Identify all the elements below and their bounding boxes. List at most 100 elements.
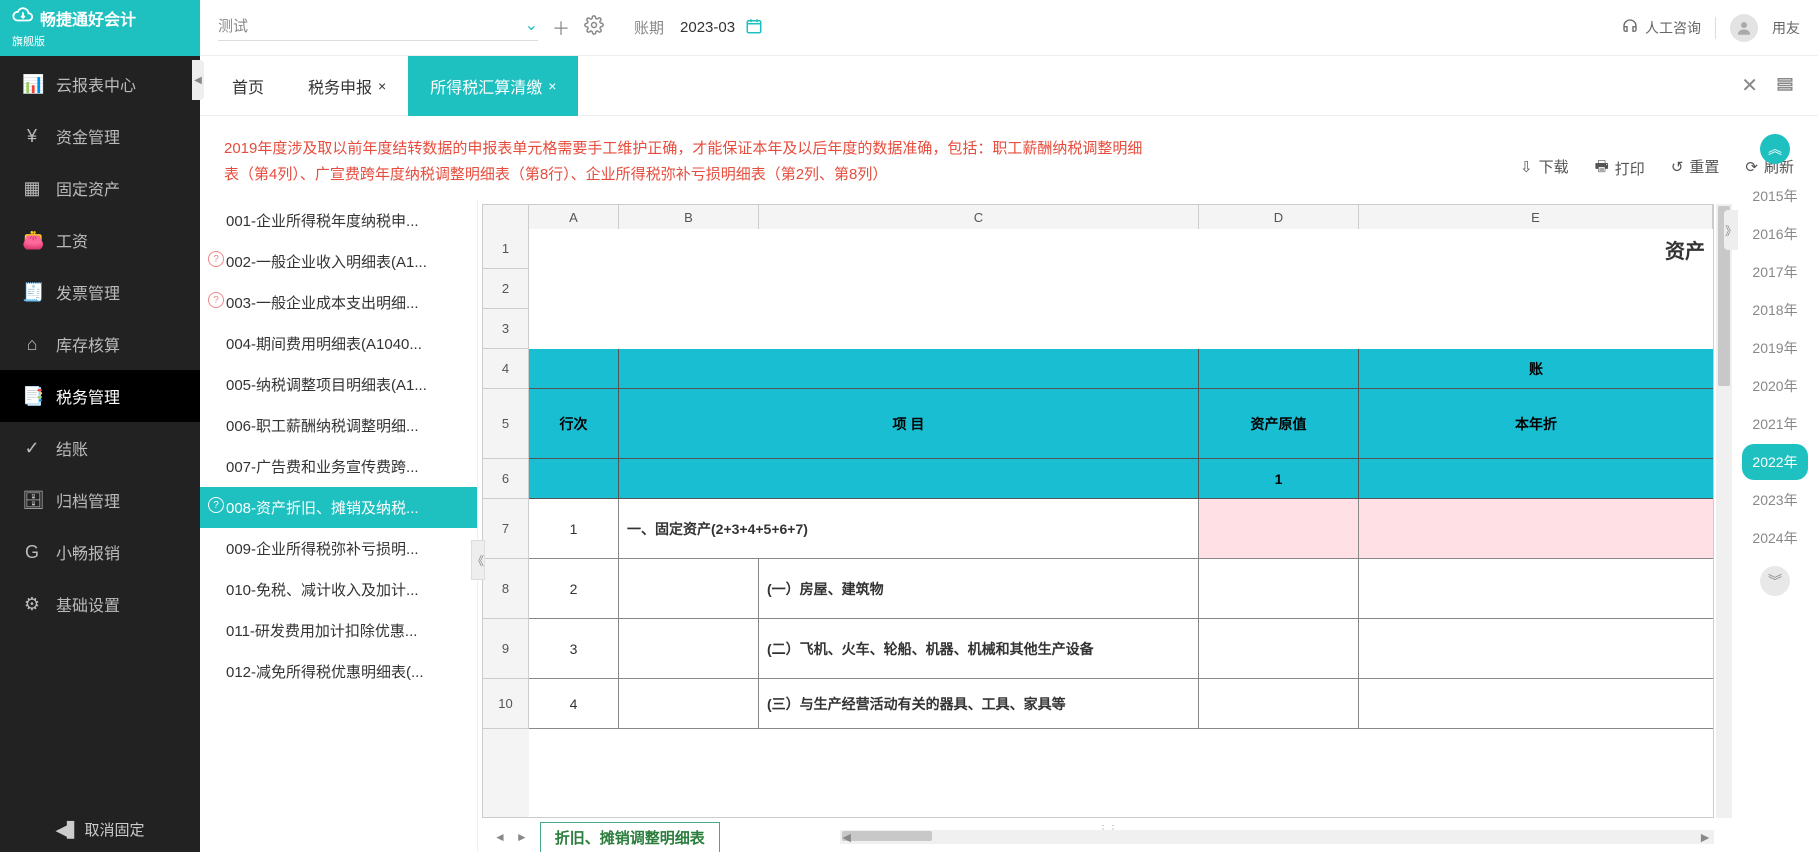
form-item-4[interactable]: 005-纳税调整项目明细表(A1... (200, 364, 477, 405)
cell-rowno-1[interactable]: 2 (529, 559, 619, 618)
close-all-icon[interactable]: ✕ (1741, 73, 1758, 98)
company-selector[interactable]: 测试 ⌄ (218, 15, 538, 41)
sidebar-item-9[interactable]: G小畅报销 (0, 526, 200, 578)
cell-rowno-2[interactable]: 3 (529, 619, 619, 678)
sidebar-item-10[interactable]: ⚙基础设置 (0, 578, 200, 630)
row-head-1[interactable]: 1 (483, 229, 529, 269)
sidebar-icon-7: ✓ (22, 438, 42, 459)
spreadsheet: A B C D E 12345678910 资产 账行次 项 目 资产原值 本年… (478, 200, 1732, 852)
col-head-a[interactable]: A (529, 205, 619, 229)
sidebar-icon-3: 👛 (22, 230, 42, 251)
print-button[interactable]: 🖶打印 (1595, 156, 1645, 181)
avatar[interactable] (1730, 14, 1758, 42)
sheet-tab[interactable]: 折旧、摊销调整明细表 (540, 822, 720, 852)
cell-item-3[interactable]: (三）与生产经营活动有关的器具、工具、家具等 (759, 679, 1199, 728)
year-2019年[interactable]: 2019年 (1742, 330, 1807, 366)
cell-asset-2[interactable] (1199, 619, 1359, 678)
row-head-10[interactable]: 10 (483, 679, 529, 729)
form-item-3[interactable]: 004-期间费用明细表(A1040... (200, 323, 477, 364)
form-list: 001-企业所得税年度纳税申...002-一般企业收入明细表(A1...003-… (200, 200, 478, 852)
reset-button[interactable]: ↺重置 (1671, 156, 1720, 177)
row-head-4[interactable]: 4 (483, 349, 529, 389)
row-head-2[interactable]: 2 (483, 269, 529, 309)
year-rail: ︽ 2015年2016年2017年2018年2019年2020年2021年202… (1732, 116, 1818, 852)
sidebar-item-2[interactable]: ▦固定资产 (0, 162, 200, 214)
row-head-9[interactable]: 9 (483, 619, 529, 679)
cell-depr-1[interactable] (1359, 559, 1713, 618)
row-head-8[interactable]: 8 (483, 559, 529, 619)
tab-0[interactable]: 首页 (210, 56, 286, 116)
cell-rowno-3[interactable]: 4 (529, 679, 619, 728)
form-item-11[interactable]: 012-减免所得税优惠明细表(... (200, 651, 477, 692)
consult-button[interactable]: 人工咨询 (1621, 17, 1701, 38)
add-button[interactable]: ＋ (552, 15, 570, 41)
tab-1[interactable]: 税务申报× (286, 56, 408, 116)
cell-item-0[interactable]: 一、固定资产(2+3+4+5+6+7) (619, 499, 1199, 558)
year-2023年[interactable]: 2023年 (1742, 482, 1807, 518)
sheet-nav[interactable]: ◄► (482, 830, 540, 844)
tabs-more-icon[interactable] (1776, 75, 1794, 96)
cell-item-1[interactable]: (一）房屋、建筑物 (759, 559, 1199, 618)
form-item-6[interactable]: 007-广告费和业务宣传费跨... (200, 446, 477, 487)
year-2015年[interactable]: 2015年 (1742, 178, 1807, 214)
col-head-b[interactable]: B (619, 205, 759, 229)
row-head-3[interactable]: 3 (483, 309, 529, 349)
sidebar-item-8[interactable]: 🗄归档管理 (0, 474, 200, 526)
year-2021年[interactable]: 2021年 (1742, 406, 1807, 442)
tab-close-1[interactable]: × (378, 78, 386, 94)
tab-2[interactable]: 所得税汇算清缴× (408, 56, 578, 116)
form-item-8[interactable]: 009-企业所得税弥补亏损明... (200, 528, 477, 569)
col-head-c[interactable]: C (759, 205, 1199, 229)
sidebar-unpin[interactable]: ◀▋ 取消固定 (0, 819, 200, 840)
sidebar-item-7[interactable]: ✓结账 (0, 422, 200, 474)
sidebar-item-4[interactable]: 🧾发票管理 (0, 266, 200, 318)
cell-asset-1[interactable] (1199, 559, 1359, 618)
form-list-collapse-handle[interactable]: 《 (471, 540, 485, 580)
download-button[interactable]: ⇩下载 (1520, 156, 1569, 177)
calendar-icon[interactable] (745, 17, 763, 38)
year-2022年[interactable]: 2022年 (1742, 444, 1807, 480)
cell-asset-0[interactable] (1199, 499, 1359, 558)
form-item-1[interactable]: 002-一般企业收入明细表(A1... (200, 241, 477, 282)
year-2017年[interactable]: 2017年 (1742, 254, 1807, 290)
headset-icon (1621, 17, 1639, 38)
year-2020年[interactable]: 2020年 (1742, 368, 1807, 404)
year-up-button[interactable]: ︽ (1760, 134, 1790, 164)
form-item-10[interactable]: 011-研发费用加计扣除优惠... (200, 610, 477, 651)
sidebar-icon-4: 🧾 (22, 282, 42, 303)
col-head-e[interactable]: E (1359, 205, 1713, 229)
form-item-0[interactable]: 001-企业所得税年度纳税申... (200, 200, 477, 241)
unpin-icon: ◀▋ (55, 821, 78, 839)
horizontal-scrollbar[interactable]: ◄► (840, 830, 1714, 844)
logo-area: 畅捷通好会计 旗舰版 (0, 0, 200, 56)
year-down-button[interactable]: ︾ (1760, 566, 1790, 596)
form-item-5[interactable]: 006-职工薪酬纳税调整明细... (200, 405, 477, 446)
col-num-1: 1 (1199, 459, 1359, 498)
sidebar-item-6[interactable]: 📑税务管理 (0, 370, 200, 422)
content-area: 2019年度涉及取以前年度结转数据的申报表单元格需要手工维护正确，才能保证本年及… (200, 116, 1818, 852)
settings-icon[interactable] (584, 15, 604, 40)
form-item-9[interactable]: 010-免税、减计收入及加计... (200, 569, 477, 610)
form-item-7[interactable]: 008-资产折旧、摊销及纳税... (200, 487, 477, 528)
tab-close-2[interactable]: × (548, 78, 556, 94)
company-name: 测试 (218, 15, 248, 36)
sidebar-item-5[interactable]: ⌂库存核算 (0, 318, 200, 370)
year-2016年[interactable]: 2016年 (1742, 216, 1807, 252)
year-2018年[interactable]: 2018年 (1742, 292, 1807, 328)
year-2024年[interactable]: 2024年 (1742, 520, 1807, 556)
sidebar-item-0[interactable]: 📊云报表中心 (0, 58, 200, 110)
vertical-scrollbar[interactable] (1716, 204, 1732, 818)
sidebar-item-1[interactable]: ¥资金管理 (0, 110, 200, 162)
row-head-5[interactable]: 5 (483, 389, 529, 459)
row-head-6[interactable]: 6 (483, 459, 529, 499)
sidebar-item-3[interactable]: 👛工资 (0, 214, 200, 266)
row-head-7[interactable]: 7 (483, 499, 529, 559)
cell-asset-3[interactable] (1199, 679, 1359, 728)
cell-item-2[interactable]: (二）飞机、火车、轮船、机器、机械和其他生产设备 (759, 619, 1199, 678)
col-head-d[interactable]: D (1199, 205, 1359, 229)
cell-depr-0[interactable] (1359, 499, 1713, 558)
form-item-2[interactable]: 003-一般企业成本支出明细... (200, 282, 477, 323)
cell-depr-3[interactable] (1359, 679, 1713, 728)
cell-depr-2[interactable] (1359, 619, 1713, 678)
cell-rowno-0[interactable]: 1 (529, 499, 619, 558)
